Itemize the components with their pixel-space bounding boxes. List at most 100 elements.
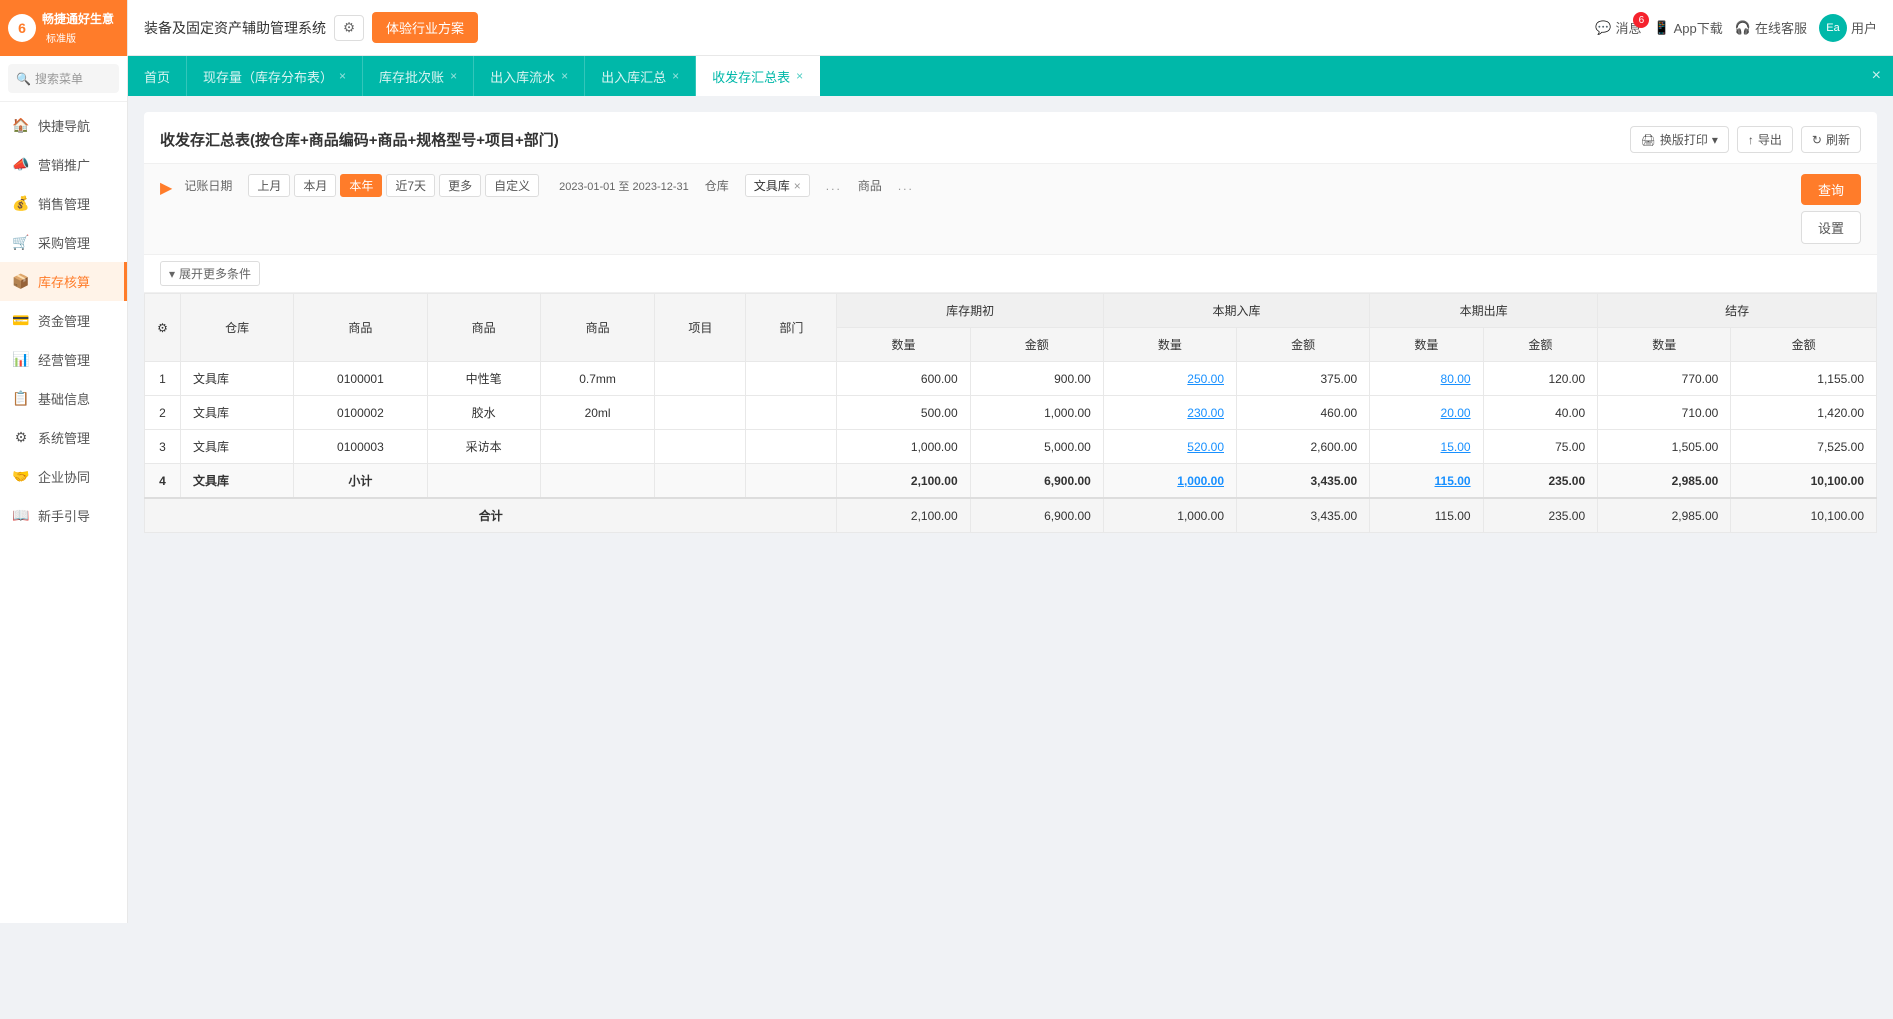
row-out-amt: 75.00 [1483, 430, 1598, 464]
logo-tag: 标准版 [42, 29, 80, 46]
warehouse-remove-button[interactable]: × [794, 179, 801, 193]
sidebar-item-purchase[interactable]: 🛒 采购管理 [0, 223, 127, 262]
subtotal-out-amt: 235.00 [1483, 464, 1598, 499]
system-icon: ⚙ [12, 429, 30, 446]
tab-inventory-distribution[interactable]: 现存量（库存分布表） × [187, 56, 363, 96]
print-button[interactable]: 🖨 换版打印 ▾ [1630, 126, 1729, 153]
guide-icon: 📖 [12, 507, 30, 524]
row-opening-amt: 900.00 [970, 362, 1103, 396]
column-settings-icon[interactable]: ⚙ [157, 321, 168, 335]
sidebar-search-area[interactable]: 🔍 搜索菜单 [0, 56, 127, 102]
subtotal-warehouse: 文具库 [181, 464, 294, 499]
date-btn-this-month[interactable]: 本月 [294, 174, 336, 197]
tab-close-icon[interactable]: × [339, 69, 346, 83]
row-goods-name: 胶水 [427, 396, 540, 430]
footer-label: 合计 [145, 498, 837, 533]
row-out-qty: 80.00 [1370, 362, 1483, 396]
marketing-icon: 📣 [12, 156, 30, 173]
search-icon: 🔍 [16, 72, 31, 86]
query-button[interactable]: 查询 [1801, 174, 1861, 205]
warehouse-more-button[interactable]: ... [826, 179, 842, 193]
goods-more-button[interactable]: ... [898, 179, 914, 193]
row-goods-code: 0100003 [294, 430, 427, 464]
row-out-amt: 40.00 [1483, 396, 1598, 430]
sidebar-item-sales[interactable]: 💰 销售管理 [0, 184, 127, 223]
search-menu-button[interactable]: 🔍 搜索菜单 [8, 64, 119, 93]
expand-conditions-button[interactable]: ▾ 展开更多条件 [160, 261, 260, 286]
row-no: 3 [145, 430, 181, 464]
refresh-button[interactable]: ↻ 刷新 [1801, 126, 1861, 153]
app-download-item[interactable]: 📱 App下载 [1653, 18, 1722, 37]
tab-inout-summary[interactable]: 出入库汇总 × [585, 56, 696, 96]
table-row: 2 文具库 0100002 胶水 20ml 500.00 1,000.00 23… [145, 396, 1877, 430]
tab-inout-flow[interactable]: 出入库流水 × [474, 56, 585, 96]
row-closing-qty: 1,505.00 [1598, 430, 1731, 464]
th-goods-code: 商品 [294, 294, 427, 362]
filter-collapse-button[interactable]: ▶ [160, 178, 172, 198]
settings-gear-button[interactable]: ⚙ [334, 15, 364, 41]
sidebar-item-marketing[interactable]: 📣 营销推广 [0, 145, 127, 184]
row-goods-code: 0100001 [294, 362, 427, 396]
sidebar-item-guide[interactable]: 📖 新手引导 [0, 496, 127, 535]
filter-content: 记账日期 上月 本月 本年 近7天 更多 自定义 2023-01-01 至 20… [184, 174, 1789, 203]
home-icon: 🏠 [12, 117, 30, 134]
page-title-bar: 收发存汇总表(按仓库+商品编码+商品+规格型号+项目+部门) 🖨 换版打印 ▾ … [144, 112, 1877, 164]
tab-bar-close-button[interactable]: × [1860, 67, 1893, 85]
sales-icon: 💰 [12, 195, 30, 212]
sidebar-item-inventory[interactable]: 📦 库存核算 [0, 262, 127, 301]
tab-close-icon-active[interactable]: × [796, 69, 803, 83]
row-opening-qty: 1,000.00 [837, 430, 970, 464]
footer-in-qty: 1,000.00 [1103, 498, 1236, 533]
subtotal-out-qty: 115.00 [1370, 464, 1483, 499]
date-btn-last-month[interactable]: 上月 [248, 174, 290, 197]
page-container: 收发存汇总表(按仓库+商品编码+商品+规格型号+项目+部门) 🖨 换版打印 ▾ … [144, 112, 1877, 533]
date-btn-this-year[interactable]: 本年 [340, 174, 382, 197]
filter-settings-button[interactable]: 设置 [1801, 211, 1861, 244]
row-goods-name: 中性笔 [427, 362, 540, 396]
chevron-down-icon: ▾ [1712, 133, 1718, 147]
th-project: 项目 [655, 294, 746, 362]
basic-info-icon: 📋 [12, 390, 30, 407]
tab-close-icon[interactable]: × [450, 69, 457, 83]
row-no: 2 [145, 396, 181, 430]
operations-icon: 📊 [12, 351, 30, 368]
tab-stock-summary[interactable]: 收发存汇总表 × [696, 56, 820, 96]
th-group-in: 本期入库 [1103, 294, 1369, 328]
sidebar-item-system[interactable]: ⚙ 系统管理 [0, 418, 127, 457]
footer-opening-qty: 2,100.00 [837, 498, 970, 533]
sidebar-item-quick-nav[interactable]: 🏠 快捷导航 [0, 106, 127, 145]
tab-close-icon[interactable]: × [672, 69, 679, 83]
date-btn-7days[interactable]: 近7天 [386, 174, 435, 197]
export-button[interactable]: ↑ 导出 [1737, 126, 1793, 153]
row-no: 1 [145, 362, 181, 396]
sidebar-item-basic-info[interactable]: 📋 基础信息 [0, 379, 127, 418]
user-avatar-item[interactable]: Ea 用户 [1819, 14, 1877, 42]
page-title: 收发存汇总表(按仓库+商品编码+商品+规格型号+项目+部门) [160, 129, 559, 150]
filter-bar: ▶ 记账日期 上月 本月 本年 近7天 更多 自定义 2023-01-01 至 … [144, 164, 1877, 255]
sidebar-item-operations[interactable]: 📊 经营管理 [0, 340, 127, 379]
tab-batch-ledger[interactable]: 库存批次账 × [363, 56, 474, 96]
row-warehouse: 文具库 [181, 362, 294, 396]
expand-icon: ▾ [169, 267, 175, 281]
subtotal-in-qty: 1,000.00 [1103, 464, 1236, 499]
filter-actions: 查询 设置 [1801, 174, 1861, 244]
tab-close-icon[interactable]: × [561, 69, 568, 83]
row-in-qty: 230.00 [1103, 396, 1236, 430]
subtotal-closing-amt: 10,100.00 [1731, 464, 1877, 499]
sidebar-item-enterprise[interactable]: 🤝 企业协同 [0, 457, 127, 496]
th-goods-spec: 商品 [540, 294, 655, 362]
bell-icon: 💬 [1595, 20, 1611, 36]
experience-button[interactable]: 体验行业方案 [372, 12, 478, 43]
online-service-item[interactable]: 🎧 在线客服 [1735, 18, 1807, 37]
row-out-amt: 120.00 [1483, 362, 1598, 396]
message-icon-item[interactable]: 💬 消息 6 [1595, 18, 1641, 37]
date-btn-custom[interactable]: 自定义 [485, 174, 539, 197]
sidebar-item-finance[interactable]: 💳 资金管理 [0, 301, 127, 340]
row-goods-code: 0100002 [294, 396, 427, 430]
row-project [655, 396, 746, 430]
date-btn-more[interactable]: 更多 [439, 174, 481, 197]
enterprise-icon: 🤝 [12, 468, 30, 485]
tab-home[interactable]: 首页 [128, 56, 187, 96]
row-opening-qty: 500.00 [837, 396, 970, 430]
th-settings[interactable]: ⚙ [145, 294, 181, 362]
